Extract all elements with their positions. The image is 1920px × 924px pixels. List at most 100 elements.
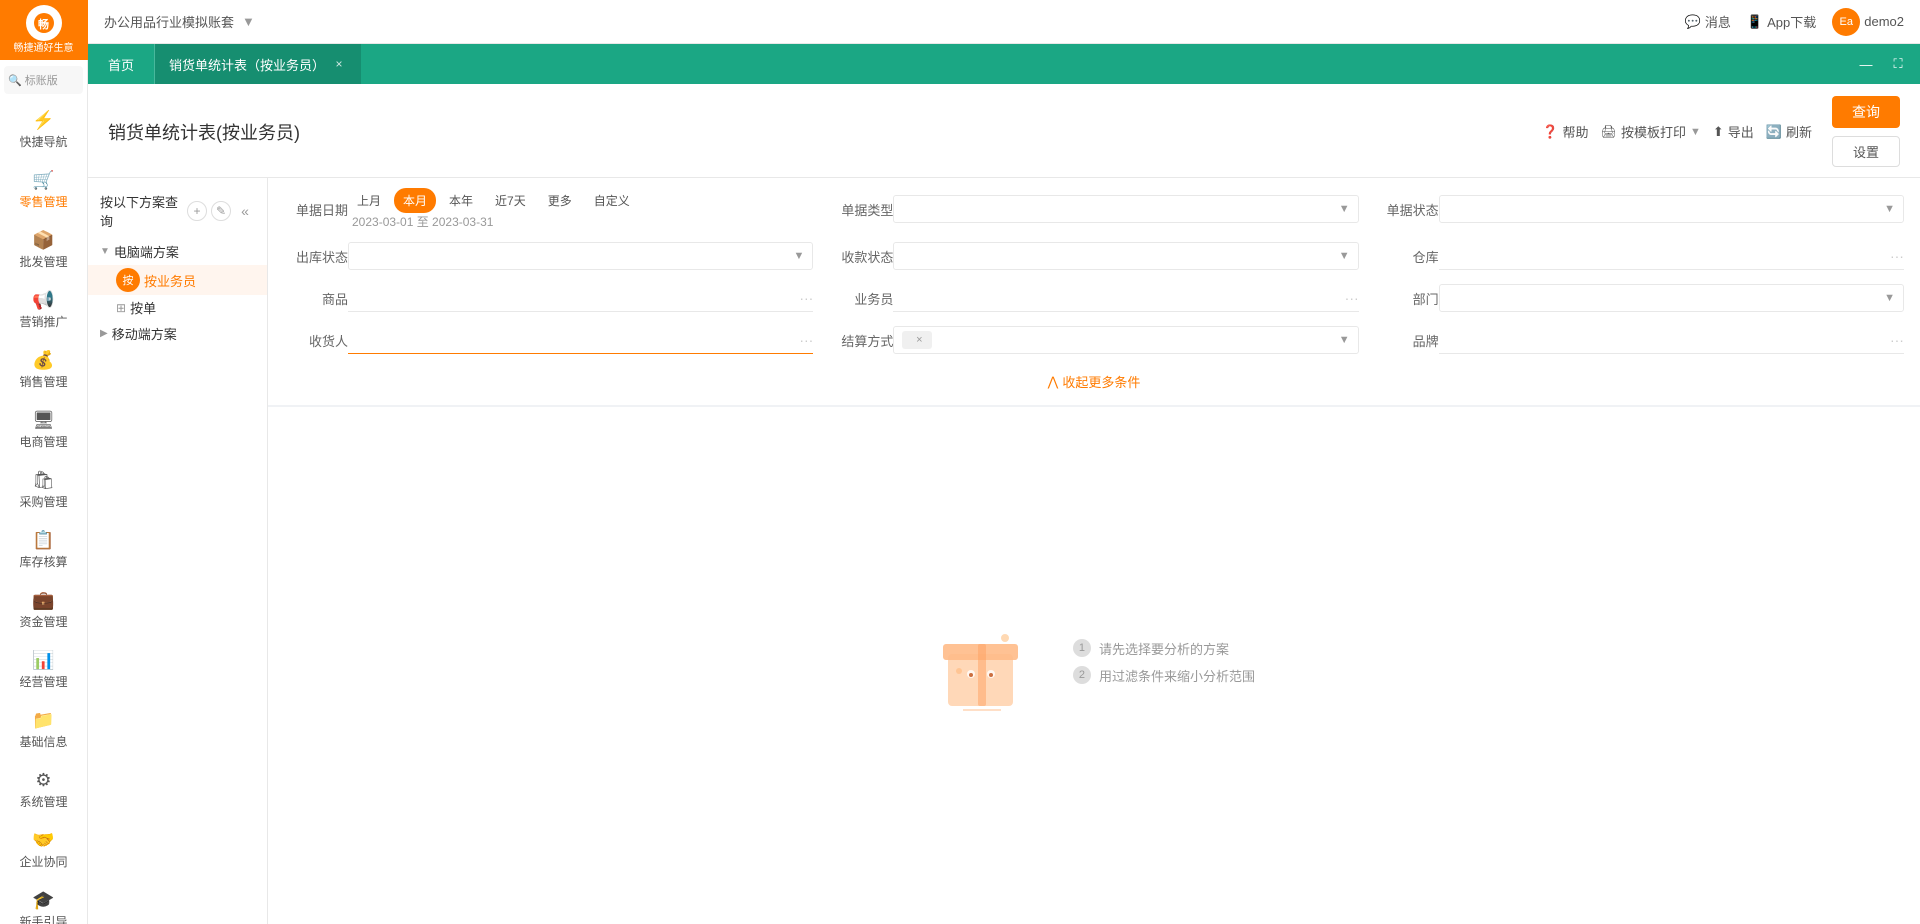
order-status-label: 单据状态 [1375,200,1439,219]
brand-logo[interactable]: 畅 畅捷通好生意 [0,0,88,60]
order-status-select[interactable]: ▼ [1439,195,1904,223]
receiver-input[interactable]: ··· [348,326,813,354]
receiver-dots-icon[interactable]: ··· [799,332,813,348]
side-panel-add-button[interactable]: + [187,201,207,221]
inventory-icon: 📋 [32,530,54,551]
settle-method-select[interactable]: × ▼ [893,326,1358,354]
date-btn-custom[interactable]: 自定义 [585,188,639,213]
page-actions: ❓ 帮助 🖨 按模板打印 ▼ ⬆ 导出 🔄 刷新 查询 [1542,96,1900,167]
date-btn-this-month[interactable]: 本月 [394,188,436,213]
export-button[interactable]: ⬆ 导出 [1713,122,1754,141]
order-type-filter-row: 单据类型 ▼ [829,188,1358,230]
date-btn-last-month[interactable]: 上月 [348,188,390,213]
desktop-schemes-header[interactable]: ▼ 电脑端方案 [88,238,267,265]
side-panel-edit-button[interactable]: ✎ [211,201,231,221]
filter-section: 单据日期 上月 本月 本年 近7天 更多 自定义 20 [268,178,1920,405]
mobile-schemes-header[interactable]: ▶ 移动端方案 [88,320,267,347]
salesperson-filter-row: 业务员 ··· [829,282,1358,314]
date-btn-7days[interactable]: 近7天 [486,188,535,213]
order-icon: ⊞ [116,301,126,315]
order-type-select[interactable]: ▼ [893,195,1358,223]
tab-maximize-button[interactable]: ⛶ [1884,50,1912,78]
salesperson-dots-icon[interactable]: ··· [1345,290,1359,306]
sidebar-item-newuser[interactable]: 🎓 新手引导 [0,880,87,924]
receipt-status-select[interactable]: ▼ [893,242,1358,270]
sidebar: 畅 畅捷通好生意 🔍 标账版 ⚡ 快捷导航 🛒 零售管理 📦 批发管理 📢 营销… [0,0,88,924]
product-dots-icon[interactable]: ··· [799,290,813,306]
out-status-label: 出库状态 [284,247,348,266]
scheme-icon: 按 [116,268,140,292]
brand-dots-icon[interactable]: ··· [1890,332,1904,348]
workspace-label: 办公用品行业模拟账套 [104,12,234,31]
workspace-dropdown-icon[interactable]: ▼ [242,14,255,29]
marketing-icon: 📢 [32,290,54,311]
scheme-by-salesperson[interactable]: 按 按业务员 [88,265,267,295]
out-status-select[interactable]: ▼ [348,242,813,270]
sidebar-item-quick-nav[interactable]: ⚡ 快捷导航 [0,100,87,160]
ecommerce-icon: 🖥 [32,410,55,431]
template-print-button[interactable]: 🖨 按模板打印 ▼ [1600,122,1700,141]
scheme-by-order[interactable]: ⊞ 按单 [88,295,267,320]
brand-label: 品牌 [1375,331,1439,350]
sidebar-item-inventory[interactable]: 📋 库存核算 [0,520,87,580]
empty-tips: 1 请先选择要分析的方案 2 用过滤条件来缩小分析范围 [1073,639,1255,693]
brand-name: 畅捷通好生意 [14,43,74,55]
tab-close-button[interactable]: × [331,56,347,72]
sidebar-item-basic[interactable]: 📁 基础信息 [0,700,87,760]
sidebar-item-retail[interactable]: 🛒 零售管理 [0,160,87,220]
sidebar-item-sales[interactable]: 💰 销售管理 [0,340,87,400]
tab-home[interactable]: 首页 [88,44,155,84]
side-panel-collapse-button[interactable]: « [235,201,255,221]
salesperson-input[interactable]: ··· [893,284,1358,312]
collapse-button[interactable]: ⋀ 收起更多条件 [1036,368,1153,395]
warehouse-text-input[interactable] [1439,248,1890,263]
page-title: 销货单统计表(按业务员) [108,119,300,145]
setting-button[interactable]: 设置 [1832,136,1900,167]
refresh-icon: 🔄 [1766,124,1782,140]
collapse-arrow-icon: ⋀ [1048,374,1059,390]
sidebar-item-wholesale[interactable]: 📦 批发管理 [0,220,87,280]
empty-tip-2: 2 用过滤条件来缩小分析范围 [1073,666,1255,685]
sidebar-item-purchase[interactable]: 🛍 采购管理 [0,460,87,520]
filter-grid-4: 收货人 ··· 结算方式 × [284,324,1904,356]
date-btn-this-year[interactable]: 本年 [440,188,482,213]
out-status-arrow-icon: ▼ [793,250,804,262]
receiver-text-input[interactable] [348,332,799,347]
date-range-display: 2023-03-01 至 2023-03-31 [352,213,813,230]
query-button[interactable]: 查询 [1832,96,1900,128]
salesperson-text-input[interactable] [893,290,1344,305]
product-input[interactable]: ··· [348,284,813,312]
empty-illustration [933,616,1033,716]
sidebar-item-operation[interactable]: 📊 经营管理 [0,640,87,700]
product-text-input[interactable] [348,290,799,305]
print-dropdown-icon[interactable]: ▼ [1690,126,1701,138]
settle-tag-close-button[interactable]: × [912,333,926,347]
warehouse-dots-icon[interactable]: ··· [1890,248,1904,264]
order-status-filter-row: 单据状态 ▼ [1375,188,1904,230]
sidebar-item-enterprise[interactable]: 🤝 企业协同 [0,820,87,880]
brand-text-input[interactable] [1439,332,1890,347]
search-menu[interactable]: 🔍 标账版 [4,66,83,94]
app-download-button[interactable]: 📱 App下载 [1747,12,1816,31]
brand-input[interactable]: ··· [1439,326,1904,354]
sidebar-item-ecommerce[interactable]: 🖥 电商管理 [0,400,87,460]
help-button[interactable]: ❓ 帮助 [1542,122,1588,141]
refresh-button[interactable]: 🔄 刷新 [1766,122,1812,141]
side-panel-actions: + ✎ « [187,201,255,221]
sidebar-item-marketing[interactable]: 📢 营销推广 [0,280,87,340]
basic-icon: 📁 [32,710,54,731]
receiver-label: 收货人 [284,331,348,350]
maximize-icon: ⛶ [1893,56,1902,72]
warehouse-input[interactable]: ··· [1439,242,1904,270]
user-profile[interactable]: Ea demo2 [1832,8,1904,36]
message-button[interactable]: 💬 消息 [1685,12,1731,31]
side-panel: 按以下方案查询 + ✎ « [88,178,268,924]
tab-sales-stats[interactable]: 销货单统计表（按业务员） × [155,44,361,84]
order-type-label: 单据类型 [829,200,893,219]
date-btn-more[interactable]: 更多 [539,188,581,213]
department-select[interactable]: ▼ [1439,284,1904,312]
warehouse-filter-row: 仓库 ··· [1375,240,1904,272]
sidebar-item-finance[interactable]: 💼 资金管理 [0,580,87,640]
sidebar-item-system[interactable]: ⚙ 系统管理 [0,760,87,820]
tab-minimize-button[interactable]: — [1852,50,1880,78]
